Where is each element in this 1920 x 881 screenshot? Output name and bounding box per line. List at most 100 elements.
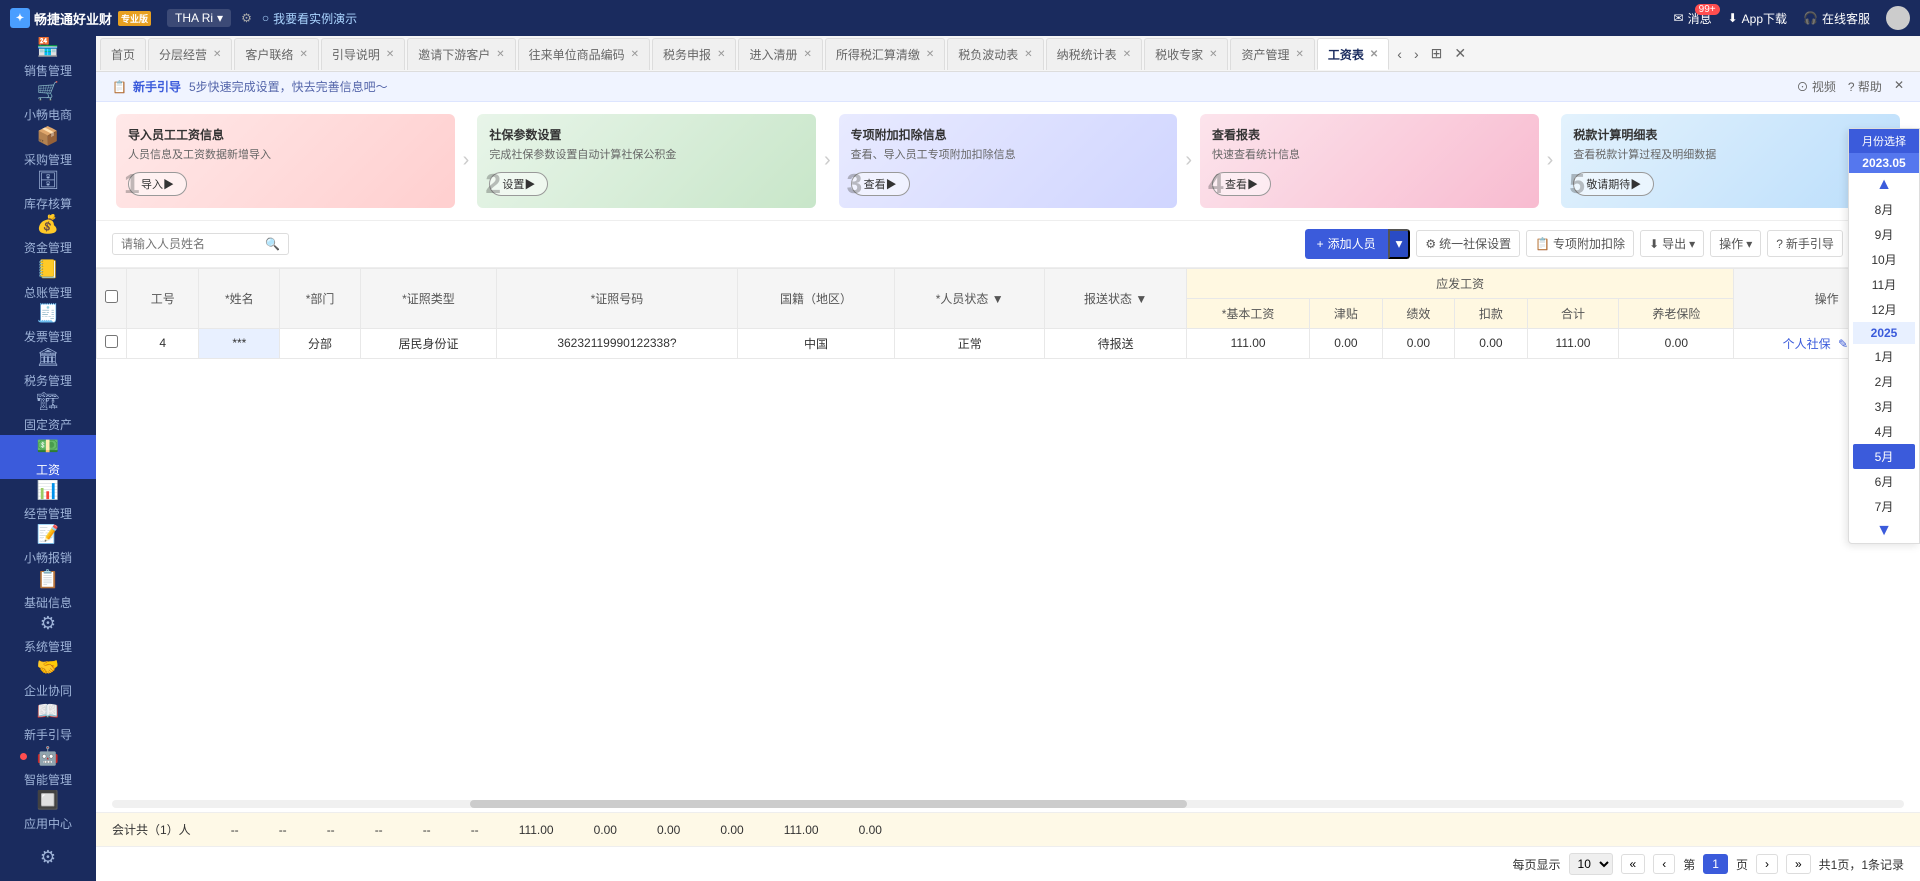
unified-setting-button[interactable]: ⚙ 统一社保设置 bbox=[1416, 230, 1520, 257]
tab-tax-calc-close[interactable]: ✕ bbox=[926, 49, 934, 60]
tab-tax-calc[interactable]: 所得税汇算清缴 ✕ bbox=[825, 38, 945, 70]
month-2[interactable]: 2月 bbox=[1849, 369, 1919, 394]
sidebar-item-ecommerce[interactable]: 🛒 小畅电商 bbox=[0, 80, 96, 124]
month-10[interactable]: 10月 bbox=[1849, 247, 1919, 272]
sidebar-settings-button[interactable]: ⚙ bbox=[0, 833, 96, 881]
tab-assets-mgr[interactable]: 资产管理 ✕ bbox=[1230, 38, 1314, 70]
ops-social-link[interactable]: 个人社保 bbox=[1783, 337, 1831, 351]
year-2025[interactable]: 2025 bbox=[1853, 322, 1915, 344]
tab-nav-list[interactable]: ⊞ bbox=[1425, 45, 1449, 62]
sidebar-item-finance[interactable]: 💰 资金管理 bbox=[0, 213, 96, 257]
month-next-year[interactable]: ▼ bbox=[1872, 521, 1896, 541]
month-6[interactable]: 6月 bbox=[1849, 469, 1919, 494]
ops-edit-icon[interactable]: ✎ bbox=[1838, 337, 1848, 351]
sidebar-item-marketing[interactable]: 📝 小畅报销 bbox=[0, 523, 96, 567]
sidebar-item-system[interactable]: ⚙ 系统管理 bbox=[0, 612, 96, 656]
sidebar-item-sales[interactable]: 🏪 销售管理 bbox=[0, 36, 96, 80]
month-9[interactable]: 9月 bbox=[1849, 222, 1919, 247]
tab-tax-expert[interactable]: 税收专家 ✕ bbox=[1144, 38, 1228, 70]
sidebar-item-invoice[interactable]: 🧾 发票管理 bbox=[0, 302, 96, 346]
search-icon[interactable]: 🔍 bbox=[265, 237, 280, 251]
month-11[interactable]: 11月 bbox=[1849, 272, 1919, 297]
tab-tax-report[interactable]: 税务申报 ✕ bbox=[652, 38, 736, 70]
tab-tax-report-close[interactable]: ✕ bbox=[717, 49, 725, 60]
prev-page-button[interactable]: ‹ bbox=[1653, 854, 1675, 874]
tab-nav-prev[interactable]: ‹ bbox=[1391, 46, 1408, 62]
sidebar-item-appcenter[interactable]: 🔲 应用中心 bbox=[0, 789, 96, 833]
tab-tax-stats-close[interactable]: ✕ bbox=[1123, 49, 1131, 60]
export-button[interactable]: ⬇ 导出 ▾ bbox=[1640, 230, 1704, 257]
sidebar-item-inventory[interactable]: 🗄 库存核算 bbox=[0, 169, 96, 213]
sidebar-item-salary[interactable]: 💵 工资 bbox=[0, 435, 96, 479]
per-page-select[interactable]: 10 20 50 bbox=[1569, 853, 1613, 875]
guide-banner: 📋 新手引导 5步快速完成设置，快去完善信息吧～ ⊙ 视频 ? 帮助 ✕ bbox=[96, 72, 1920, 102]
app-download-button[interactable]: ⬇ App下载 bbox=[1728, 10, 1787, 27]
tab-guide[interactable]: 引导说明 ✕ bbox=[321, 38, 405, 70]
tab-home[interactable]: 首页 bbox=[100, 38, 146, 70]
tab-customer[interactable]: 客户联络 ✕ bbox=[234, 38, 318, 70]
tab-customer-close[interactable]: ✕ bbox=[299, 49, 307, 60]
tab-salary[interactable]: 工资表 ✕ bbox=[1317, 38, 1389, 70]
month-8[interactable]: 8月 bbox=[1849, 197, 1919, 222]
tab-hierarchy-close[interactable]: ✕ bbox=[213, 49, 221, 60]
sidebar-item-smart[interactable]: 🤖 智能管理 bbox=[0, 745, 96, 789]
tab-clearing[interactable]: 进入清册 ✕ bbox=[738, 38, 822, 70]
sidebar-item-operations[interactable]: 📊 经营管理 bbox=[0, 479, 96, 523]
guide-close-icon[interactable]: ✕ bbox=[1894, 78, 1904, 95]
next-page-button[interactable]: › bbox=[1756, 854, 1778, 874]
online-service-button[interactable]: 🎧 在线客服 bbox=[1803, 10, 1870, 27]
add-person-button[interactable]: + 添加人员 bbox=[1305, 229, 1388, 259]
tab-close-all[interactable]: ✕ bbox=[1448, 45, 1472, 62]
tab-invite[interactable]: 邀请下游客户 ✕ bbox=[407, 38, 515, 70]
month-4[interactable]: 4月 bbox=[1849, 419, 1919, 444]
tab-assets-mgr-close[interactable]: ✕ bbox=[1296, 49, 1304, 60]
sidebar-item-partner[interactable]: 🤝 企业协同 bbox=[0, 656, 96, 700]
company-selector[interactable]: THA Ri ▾ bbox=[167, 9, 231, 27]
add-person-dropdown[interactable]: ▾ bbox=[1388, 229, 1411, 259]
search-input[interactable] bbox=[121, 237, 261, 251]
current-page-button[interactable]: 1 bbox=[1703, 854, 1728, 874]
sidebar-item-purchase[interactable]: 📦 采购管理 bbox=[0, 125, 96, 169]
sidebar-item-assets[interactable]: 🏗 固定资产 bbox=[0, 390, 96, 434]
user-avatar[interactable] bbox=[1886, 6, 1910, 30]
special-deduction-button[interactable]: 📋 专项附加扣除 bbox=[1526, 230, 1634, 257]
scrollbar-thumb[interactable] bbox=[470, 800, 1187, 808]
tab-nav-next[interactable]: › bbox=[1408, 46, 1425, 62]
sidebar-item-basic[interactable]: 📋 基础信息 bbox=[0, 567, 96, 611]
sidebar-item-ledger[interactable]: 📒 总账管理 bbox=[0, 257, 96, 301]
tab-guide-close[interactable]: ✕ bbox=[386, 49, 394, 60]
month-7[interactable]: 7月 bbox=[1849, 494, 1919, 519]
tab-tax-relief-close[interactable]: ✕ bbox=[1024, 49, 1032, 60]
sidebar-item-tax[interactable]: 🏛 税务管理 bbox=[0, 346, 96, 390]
message-button[interactable]: ✉ 消息 99+ bbox=[1674, 10, 1712, 27]
tab-invite-close[interactable]: ✕ bbox=[496, 49, 504, 60]
select-all-checkbox[interactable] bbox=[105, 290, 118, 303]
sidebar-label-system: 系统管理 bbox=[24, 638, 72, 655]
sidebar-item-guide[interactable]: 📖 新手引导 bbox=[0, 700, 96, 744]
guide-btn[interactable]: ? 新手引导 bbox=[1767, 230, 1843, 257]
row-checkbox[interactable] bbox=[105, 335, 118, 348]
month-5[interactable]: 5月 bbox=[1853, 444, 1915, 469]
month-12[interactable]: 12月 bbox=[1849, 297, 1919, 322]
operation-button[interactable]: 操作 ▾ bbox=[1710, 230, 1761, 257]
tab-product-code-close[interactable]: ✕ bbox=[631, 49, 639, 60]
first-page-button[interactable]: « bbox=[1621, 854, 1646, 874]
step-btn-5[interactable]: 敬请期待▶ bbox=[1573, 172, 1654, 196]
month-prev-year[interactable]: ▲ bbox=[1872, 175, 1896, 195]
th-subsidy: 津贴 bbox=[1310, 298, 1382, 328]
month-3[interactable]: 3月 bbox=[1849, 394, 1919, 419]
guide-help-link[interactable]: ? 帮助 bbox=[1848, 78, 1882, 95]
demo-link[interactable]: ○ 我要看实例演示 bbox=[262, 10, 357, 27]
tab-tax-stats[interactable]: 纳税统计表 ✕ bbox=[1046, 38, 1142, 70]
tab-product-code[interactable]: 往来单位商品编码 ✕ bbox=[518, 38, 650, 70]
tab-tax-relief[interactable]: 税负波动表 ✕ bbox=[947, 38, 1043, 70]
settings-icon[interactable]: ⚙ bbox=[241, 11, 252, 25]
last-page-button[interactable]: » bbox=[1786, 854, 1811, 874]
tab-tax-expert-close[interactable]: ✕ bbox=[1209, 49, 1217, 60]
horizontal-scrollbar[interactable] bbox=[112, 800, 1904, 808]
month-1[interactable]: 1月 bbox=[1849, 344, 1919, 369]
guide-video-link[interactable]: ⊙ 视频 bbox=[1797, 78, 1836, 95]
tab-salary-close[interactable]: ✕ bbox=[1370, 49, 1378, 60]
tab-clearing-close[interactable]: ✕ bbox=[803, 49, 811, 60]
tab-hierarchy[interactable]: 分层经营 ✕ bbox=[148, 38, 232, 70]
